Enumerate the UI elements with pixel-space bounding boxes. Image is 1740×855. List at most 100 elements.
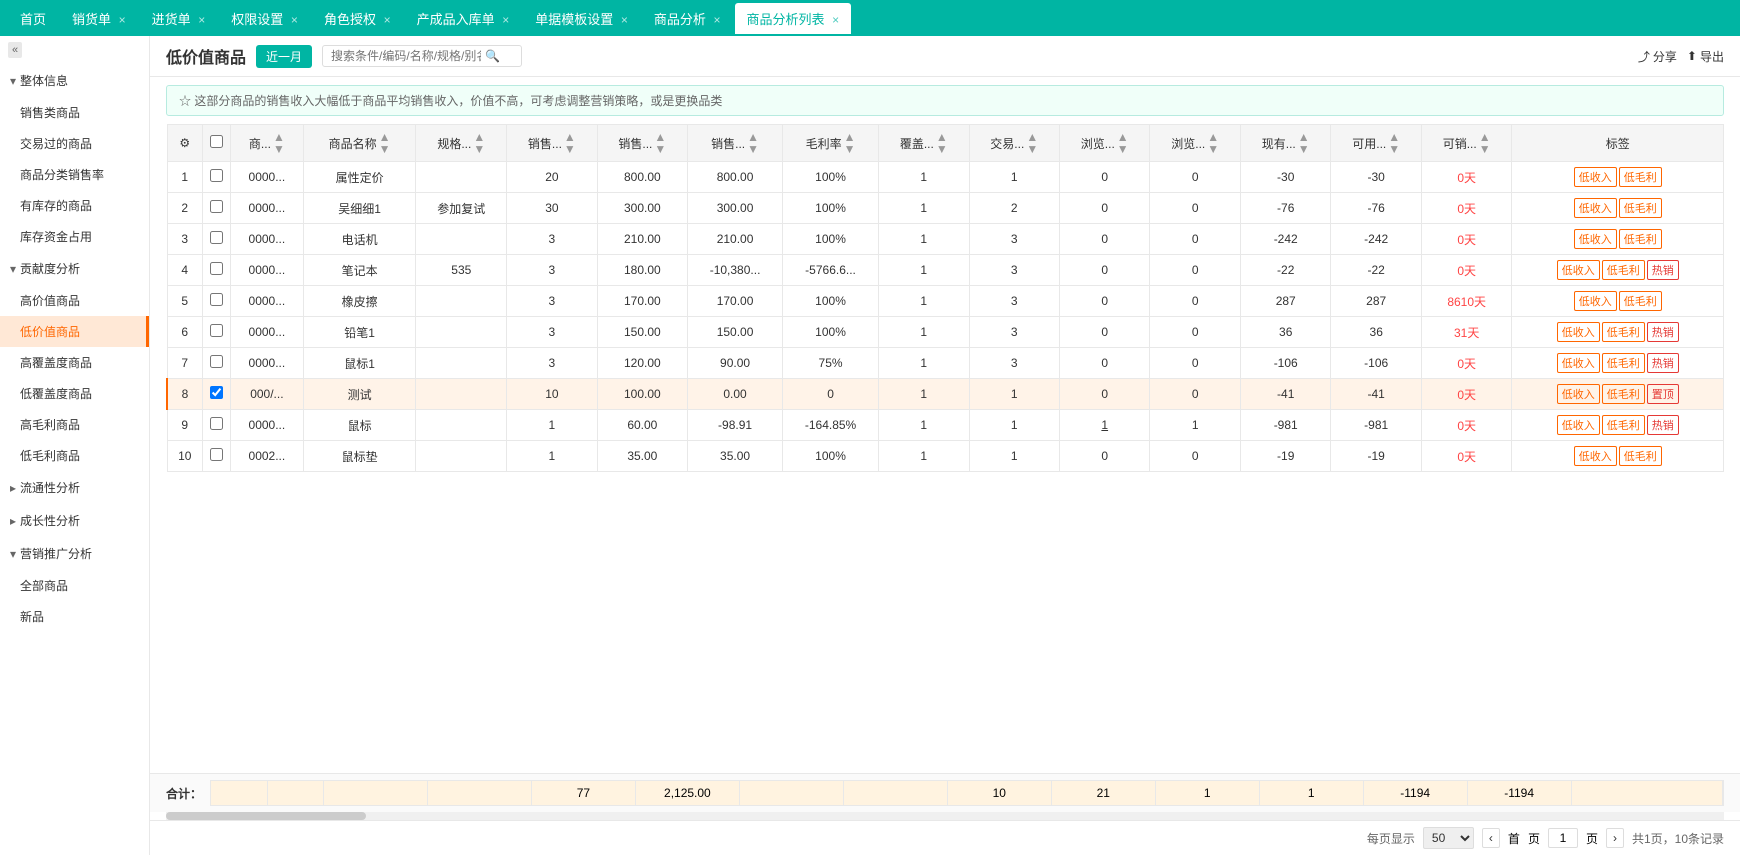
row-checkbox[interactable]	[210, 200, 223, 213]
col-gross-margin[interactable]: 毛利率▲▼	[783, 125, 879, 162]
tag-badge: 低收入	[1557, 415, 1600, 435]
sidebar-item-traded-goods[interactable]: 交易过的商品	[0, 128, 149, 159]
row-checkbox[interactable]	[210, 231, 223, 244]
nav-templates[interactable]: 单据模板设置 ×	[523, 3, 640, 34]
nav-goods-analysis[interactable]: 商品分析 ×	[642, 3, 733, 34]
first-page-button[interactable]: ‹	[1482, 828, 1500, 848]
sidebar-group-overall[interactable]: ▾ 整体信息	[0, 64, 149, 97]
col-current-stock[interactable]: 现有...▲▼	[1240, 125, 1330, 162]
col-sale-qty[interactable]: 销售...▲▼	[507, 125, 597, 162]
row-checkbox[interactable]	[210, 417, 223, 430]
nav-permissions[interactable]: 权限设置 ×	[219, 3, 310, 34]
export-button[interactable]: ⬆ 导出	[1687, 48, 1724, 65]
sidebar-item-sales-goods[interactable]: 销售类商品	[0, 97, 149, 128]
row-checkbox[interactable]	[210, 293, 223, 306]
sidebar-item-low-coverage[interactable]: 低覆盖度商品	[0, 378, 149, 409]
cell-code: 0000...	[231, 255, 304, 286]
sidebar-item-high-value[interactable]: 高价值商品	[0, 285, 149, 316]
sidebar-group-growth[interactable]: ▸ 成长性分析	[0, 504, 149, 537]
cell-checkbox[interactable]	[203, 224, 231, 255]
col-name[interactable]: 商品名称▲▼	[303, 125, 416, 162]
horizontal-scrollbar[interactable]	[166, 812, 1724, 820]
tag-badge: 热销	[1647, 415, 1679, 435]
cell-code: 0000...	[231, 162, 304, 193]
col-browse1[interactable]: 浏览...▲▼	[1060, 125, 1150, 162]
sidebar-item-high-coverage[interactable]: 高覆盖度商品	[0, 347, 149, 378]
next-page-button[interactable]: ›	[1606, 828, 1624, 848]
sidebar-item-new-goods[interactable]: 新品	[0, 601, 149, 632]
totals-label: 合计：	[166, 785, 210, 802]
cell-name: 鼠标	[303, 410, 416, 441]
row-checkbox[interactable]	[210, 262, 223, 275]
cell-current-stock: -22	[1240, 255, 1330, 286]
row-checkbox[interactable]	[210, 448, 223, 461]
cell-name: 橡皮擦	[303, 286, 416, 317]
cell-checkbox[interactable]	[203, 162, 231, 193]
select-all-checkbox[interactable]	[210, 135, 223, 148]
col-sale-other[interactable]: 销售...▲▼	[688, 125, 783, 162]
cell-current-stock: -76	[1240, 193, 1330, 224]
search-input[interactable]	[331, 49, 481, 63]
cell-code: 0000...	[231, 317, 304, 348]
nav-products[interactable]: 产成品入库单 ×	[405, 3, 522, 34]
cell-sale-other: 90.00	[688, 348, 783, 379]
col-code[interactable]: 商...▲▼	[231, 125, 304, 162]
sidebar-item-low-value[interactable]: 低价值商品	[0, 316, 149, 347]
export-label: 导出	[1700, 48, 1724, 65]
cell-code: 0000...	[231, 348, 304, 379]
cell-checkbox[interactable]	[203, 441, 231, 472]
nav-purchase[interactable]: 进货单 ×	[140, 3, 218, 34]
cell-checkbox[interactable]	[203, 193, 231, 224]
page-number-input[interactable]	[1548, 828, 1578, 848]
cell-checkbox[interactable]	[203, 317, 231, 348]
settings-icon[interactable]: ⚙	[179, 136, 190, 150]
nav-roles[interactable]: 角色授权 ×	[312, 3, 403, 34]
total-browse2: 1	[1260, 781, 1364, 805]
cell-checkbox[interactable]	[203, 255, 231, 286]
tag-badge: 低毛利	[1602, 260, 1645, 280]
share-button[interactable]: ⤴ 分享	[1638, 48, 1677, 65]
row-checkbox[interactable]	[210, 324, 223, 337]
sidebar-group-overall-label: 整体信息	[20, 72, 68, 89]
col-transaction[interactable]: 交易...▲▼	[969, 125, 1059, 162]
sidebar-collapse-btn[interactable]: «	[8, 42, 22, 58]
sidebar-item-high-margin[interactable]: 高毛利商品	[0, 409, 149, 440]
sidebar-item-category-sales[interactable]: 商品分类销售率	[0, 159, 149, 190]
col-settings[interactable]: ⚙	[167, 125, 203, 162]
cell-checkbox[interactable]	[203, 348, 231, 379]
cell-sale-amount: 100.00	[597, 379, 687, 410]
cell-checkbox[interactable]	[203, 379, 231, 410]
sidebar-group-circulation[interactable]: ▸ 流通性分析	[0, 471, 149, 504]
sidebar-group-contribution[interactable]: ▾ 贡献度分析	[0, 252, 149, 285]
col-spec[interactable]: 规格...▲▼	[416, 125, 507, 162]
col-available[interactable]: 可用...▲▼	[1331, 125, 1421, 162]
cell-checkbox[interactable]	[203, 286, 231, 317]
sidebar-item-all-goods[interactable]: 全部商品	[0, 570, 149, 601]
sidebar-group-marketing[interactable]: ▾ 营销推广分析	[0, 537, 149, 570]
col-coverage[interactable]: 覆盖...▲▼	[879, 125, 969, 162]
sidebar-item-stocked-goods[interactable]: 有库存的商品	[0, 190, 149, 221]
search-icon[interactable]: 🔍	[485, 49, 500, 63]
nav-home[interactable]: 首页	[8, 3, 58, 34]
row-checkbox[interactable]	[210, 355, 223, 368]
page-size-select[interactable]: 50 100 200	[1423, 827, 1474, 849]
nav-goods-analysis-list[interactable]: 商品分析列表 ×	[735, 3, 852, 34]
scrollbar-thumb[interactable]	[166, 812, 366, 820]
cell-days: 31天	[1421, 317, 1511, 348]
col-saleable[interactable]: 可销...▲▼	[1421, 125, 1511, 162]
table-container[interactable]: ⚙ 商...▲▼ 商品名称▲▼ 规格...▲▼ 销售...▲▼ 销售...▲▼ …	[150, 124, 1740, 773]
nav-sales[interactable]: 销货单 ×	[60, 3, 138, 34]
row-checkbox[interactable]	[210, 169, 223, 182]
col-sale-amount[interactable]: 销售...▲▼	[597, 125, 687, 162]
cell-days: 0天	[1421, 193, 1511, 224]
sidebar-item-inventory-funds[interactable]: 库存资金占用	[0, 221, 149, 252]
cell-browse2: 0	[1150, 286, 1240, 317]
row-checkbox[interactable]	[210, 386, 223, 399]
col-browse2[interactable]: 浏览...▲▼	[1150, 125, 1240, 162]
cell-browse1[interactable]: 1	[1060, 410, 1150, 441]
cell-transaction: 1	[969, 162, 1059, 193]
cell-browse1: 0	[1060, 348, 1150, 379]
date-filter-button[interactable]: 近一月	[256, 45, 312, 68]
cell-checkbox[interactable]	[203, 410, 231, 441]
sidebar-item-low-margin[interactable]: 低毛利商品	[0, 440, 149, 471]
